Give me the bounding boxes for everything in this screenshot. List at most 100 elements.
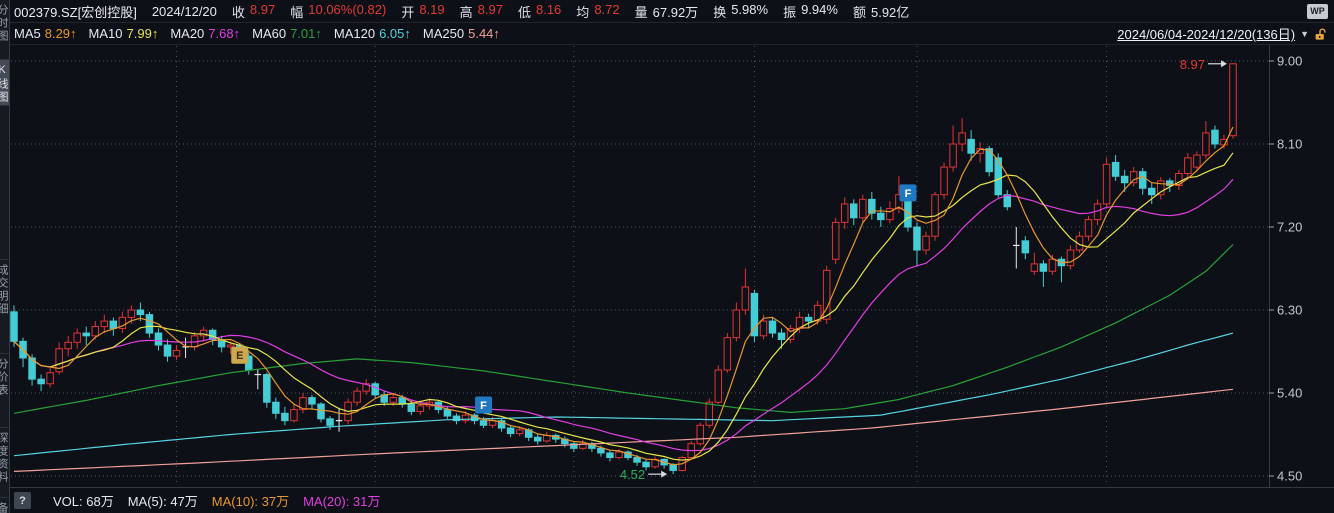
header-field-value: 9.94%	[801, 2, 838, 21]
header-field-value: 5.98%	[731, 2, 768, 21]
ma-legend-item: MA120 6.05↑	[334, 26, 411, 41]
event-marker-F[interactable]: F	[475, 396, 492, 413]
header-field-label: 量	[635, 2, 648, 21]
sidebar-tab-label: 分时图	[0, 0, 10, 43]
header-field-value: 8.97	[478, 2, 503, 21]
event-marker-E[interactable]: E	[231, 347, 248, 364]
ma-value: 7.01↑	[290, 26, 322, 41]
header-field-label: 均	[576, 2, 589, 21]
chevron-down-icon[interactable]: ▼	[1300, 29, 1309, 39]
help-icon[interactable]: ?	[14, 492, 31, 509]
svg-text:8.97: 8.97	[1180, 57, 1205, 72]
header-field-value: 8.72	[594, 2, 619, 21]
range-controls: 2024/06/04-2024/12/20(136日) ▼	[1117, 24, 1334, 43]
sidebar-tab-成交明细[interactable]: 成交明细	[0, 260, 10, 354]
grid-lines	[11, 46, 1269, 486]
header-field: 换 5.98%	[713, 2, 768, 21]
header-field: 收8.97	[232, 2, 275, 21]
ma-legend-item: MA5 8.29↑	[14, 26, 77, 41]
svg-text:E: E	[236, 350, 243, 362]
wp-monitor-icon[interactable]: WP	[1307, 4, 1328, 19]
ma-name: MA10	[89, 26, 123, 41]
sidebar-tab-分价表[interactable]: 分价表	[0, 354, 10, 428]
sidebar-tab-分时图[interactable]: 分时图	[0, 0, 10, 60]
sidebar-tab-深度资料[interactable]: 深度资料	[0, 428, 10, 498]
ma-legend-item: MA607.01↑	[252, 26, 322, 41]
trade-date: 2024/12/20	[152, 4, 217, 19]
volume-legend-item: MA(5): 47万	[128, 491, 198, 510]
ma-values-bar: MA5 8.29↑ MA10 7.99↑ MA20 7.68↑ MA607.01↑ MA120…	[10, 23, 1334, 45]
header-field-label: 幅	[290, 2, 303, 21]
price-annotation-8.97: 8.97	[1180, 57, 1227, 72]
kline-chart-canvas[interactable]: EFF8.974.529.008.107.206.305.404.50	[0, 0, 1334, 513]
volume-items: VOL: 68万 MA(5): 47万 MA(10): 37万 MA(20): 31万	[53, 491, 380, 510]
ma-name: MA250	[423, 26, 464, 41]
header-field-value: 8.19	[419, 2, 444, 21]
sidebar-tab-K线图[interactable]: K线图	[0, 60, 10, 106]
ma-legend-item: MA10 7.99↑	[89, 26, 159, 41]
sidebar-tab-label: K线图	[0, 60, 10, 104]
header-field-value: 10.06%(0.82)	[308, 2, 386, 21]
header-field-value: 5.92亿	[871, 2, 909, 21]
header-fields: 收8.97 幅 10.06%(0.82) 开 8.19 高 8.97 低 8.16 均 8.72 量6…	[232, 2, 909, 21]
stock-info-bar: 002379.SZ[宏创控股] 2024/12/20 收8.97幅10.06%(…	[10, 0, 1334, 23]
ma-value: 5.44↑	[468, 26, 500, 41]
ma250-line	[14, 389, 1233, 471]
sidebar-tab-label: 成交明细	[0, 260, 10, 316]
header-field-value: 8.16	[536, 2, 561, 21]
header-field-label: 额	[853, 2, 866, 21]
header-field: 量 67.92万	[635, 2, 699, 21]
svg-text:F: F	[480, 400, 487, 412]
event-marker-F[interactable]: F	[899, 184, 916, 201]
header-field: 振 9.94%	[783, 2, 838, 21]
header-field-label: 开	[401, 2, 414, 21]
price-annotation-4.52: 4.52	[620, 467, 667, 482]
sidebar-tab-label: 分价表	[0, 354, 10, 397]
ma-legend-item: MA250 5.44↑	[423, 26, 500, 41]
header-field-label: 低	[518, 2, 531, 21]
volume-legend-item: MA(20): 31万	[303, 491, 380, 510]
price-axis-label: 8.10	[1277, 137, 1302, 152]
price-axis-label: 7.20	[1277, 220, 1302, 235]
header-field: 均 8.72	[576, 2, 619, 21]
date-range-link[interactable]: 2024/06/04-2024/12/20(136日)	[1117, 24, 1295, 43]
header-field-label: 换	[713, 2, 726, 21]
ma-value: 8.29↑	[45, 26, 77, 41]
price-axis: 9.008.107.206.305.404.50	[1269, 45, 1302, 513]
ma-name: MA120	[334, 26, 375, 41]
header-field-label: 收	[232, 2, 245, 21]
price-axis-label: 4.50	[1277, 469, 1302, 484]
svg-text:F: F	[905, 188, 912, 200]
header-field: 额 5.92亿	[853, 2, 909, 21]
unlock-icon[interactable]	[1314, 27, 1328, 41]
header-field-label: 振	[783, 2, 796, 21]
volume-label-bar: ? VOL: 68万 MA(5): 47万 MA(10): 37万 MA(20): 3…	[10, 488, 1334, 513]
header-field: 开 8.19	[401, 2, 444, 21]
price-axis-label: 9.00	[1277, 54, 1302, 69]
header-field: 幅 10.06%(0.82)	[290, 2, 386, 21]
ma-name: MA20	[170, 26, 204, 41]
header-field: 高 8.97	[460, 2, 503, 21]
svg-text:4.52: 4.52	[620, 467, 645, 482]
ma10-line	[14, 153, 1233, 460]
ma-value: 6.05↑	[379, 26, 411, 41]
header-field: 低 8.16	[518, 2, 561, 21]
ma5-line	[14, 127, 1233, 465]
ma-value: 7.99↑	[127, 26, 159, 41]
header-field-label: 高	[460, 2, 473, 21]
ma-value: 7.68↑	[208, 26, 240, 41]
ma-items: MA5 8.29↑ MA10 7.99↑ MA20 7.68↑ MA607.01↑ MA120…	[14, 26, 500, 41]
stock-symbol: 002379.SZ[宏创控股]	[14, 2, 137, 21]
header-field-value: 67.92万	[653, 2, 699, 21]
candles	[11, 64, 1237, 474]
sidebar-tab-备忘[interactable]: 备忘	[0, 498, 10, 513]
volume-legend-item: MA(10): 37万	[212, 491, 289, 510]
stock-chart-window: EFF8.974.529.008.107.206.305.404.50 0023…	[0, 0, 1334, 513]
sidebar-tab-label: 备忘	[0, 498, 10, 513]
volume-legend-item: VOL: 68万	[53, 491, 114, 510]
sidebar-tab-blank[interactable]	[0, 106, 10, 260]
price-axis-label: 5.40	[1277, 386, 1302, 401]
ma-name: MA5	[14, 26, 41, 41]
ma-legend-item: MA20 7.68↑	[170, 26, 240, 41]
sidebar-tab-label: 深度资料	[0, 428, 10, 484]
